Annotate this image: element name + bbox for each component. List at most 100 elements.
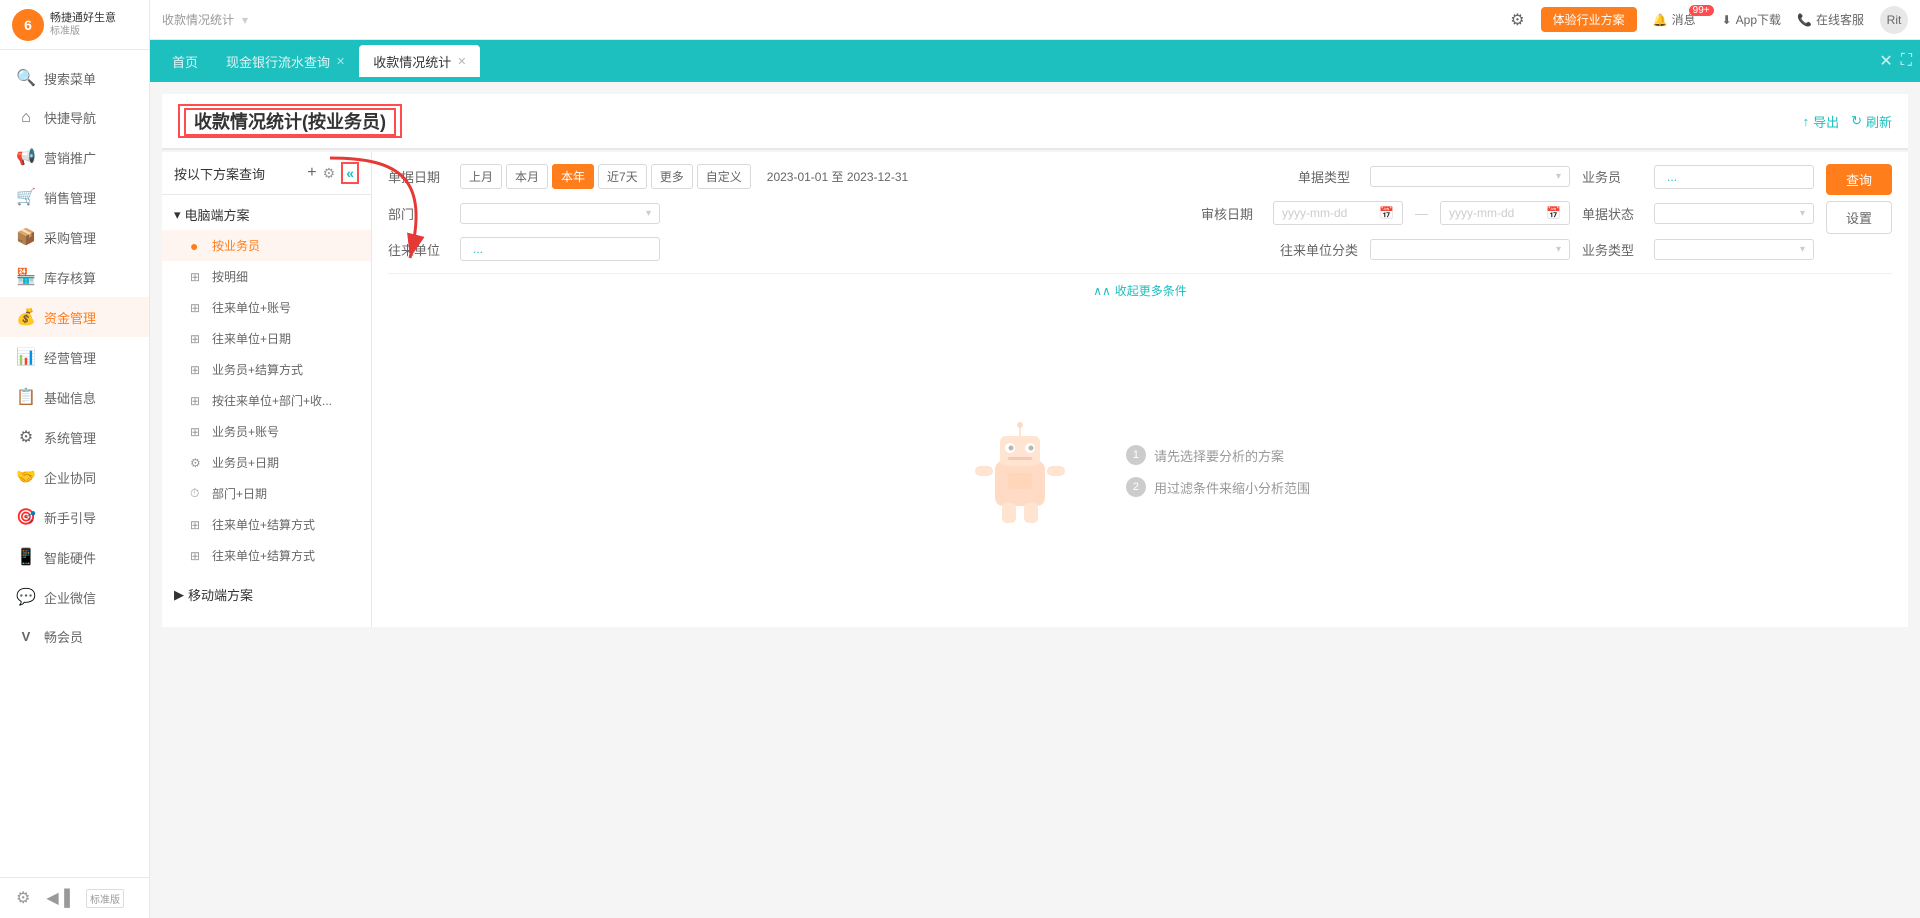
sidebar-item-marketing[interactable]: 📢 营销推广 bbox=[0, 137, 149, 177]
tab-collection-close-icon[interactable]: ✕ bbox=[457, 55, 466, 68]
more-btn[interactable]: 更多 bbox=[651, 164, 693, 189]
last-month-btn[interactable]: 上月 bbox=[460, 164, 502, 189]
sidebar-label-guide: 新手引导 bbox=[44, 508, 96, 527]
counterpart-more-icon[interactable]: ... bbox=[473, 242, 483, 256]
dept-select[interactable]: ▾ bbox=[460, 203, 660, 224]
sidebar-item-member[interactable]: V 畅会员 bbox=[0, 617, 149, 656]
doc-status-select[interactable]: ▾ bbox=[1654, 203, 1814, 224]
this-year-btn[interactable]: 本年 bbox=[552, 164, 594, 189]
scheme-item-by-detail[interactable]: ⊞ 按明细 bbox=[162, 261, 371, 292]
scheme-item-staff-date[interactable]: ⚙ 业务员+日期 bbox=[162, 447, 371, 478]
sidebar-item-inventory[interactable]: 🏪 库存核算 bbox=[0, 257, 149, 297]
counterpart-date-icon: ⊞ bbox=[190, 332, 206, 346]
scheme-header-label: 按以下方案查询 bbox=[174, 164, 301, 183]
sidebar-item-system[interactable]: ⚙ 系统管理 bbox=[0, 417, 149, 457]
scheme-item-counterpart-settlement2[interactable]: ⊞ 往来单位+结算方式 bbox=[162, 540, 371, 571]
tab-bar-right: ✕ ⛶ bbox=[1879, 51, 1912, 71]
online-service-label: 在线客服 bbox=[1816, 11, 1864, 28]
counterpart-dept-icon: ⊞ bbox=[190, 394, 206, 408]
custom-btn[interactable]: 自定义 bbox=[697, 164, 751, 189]
filter-area: 单据日期 上月 本月 本年 近7天 更多 自定义 2023-01-01 至 20… bbox=[372, 152, 1908, 319]
tip-number-1: 1 bbox=[1126, 445, 1146, 465]
home-icon: ⌂ bbox=[16, 109, 36, 127]
salesman-select[interactable]: ... bbox=[1654, 165, 1814, 189]
collapse-bar[interactable]: ∧∧ 收起更多条件 bbox=[388, 273, 1892, 307]
sidebar-label-wechat: 企业微信 bbox=[44, 588, 96, 607]
export-button[interactable]: ↑ 导出 bbox=[1803, 112, 1840, 131]
sidebar-item-purchase[interactable]: 📦 采购管理 bbox=[0, 217, 149, 257]
scheme-panel: 按以下方案查询 + ⚙ « ▾ 电脑端方案 ● 按业务员 ⊞ bbox=[162, 152, 372, 627]
tab-home[interactable]: 首页 bbox=[158, 45, 212, 77]
scheme-item-staff-settlement[interactable]: ⊞ 业务员+结算方式 bbox=[162, 354, 371, 385]
calendar-start-icon[interactable]: 📅 bbox=[1379, 206, 1394, 220]
sidebar-item-base-info[interactable]: 📋 基础信息 bbox=[0, 377, 149, 417]
scheme-settings-icon[interactable]: ⚙ bbox=[323, 165, 336, 182]
scheme-item-by-staff[interactable]: ● 按业务员 bbox=[162, 230, 371, 261]
scheme-item-by-counterpart-dept[interactable]: ⊞ 按往来单位+部门+收... bbox=[162, 385, 371, 416]
date-range-display: 2023-01-01 至 2023-12-31 bbox=[767, 168, 908, 185]
bottom-content: 1 请先选择要分析的方案 2 用过滤条件来缩小分析范围 bbox=[372, 327, 1908, 627]
sidebar-item-search[interactable]: 🔍 搜索菜单 bbox=[0, 58, 149, 98]
scheme-item-dept-date[interactable]: ⏱ 部门+日期 bbox=[162, 478, 371, 509]
counterpart-account-icon: ⊞ bbox=[190, 301, 206, 315]
title-actions: ↑ 导出 ↻ 刷新 bbox=[1803, 112, 1892, 131]
doc-type-select[interactable]: ▾ bbox=[1370, 166, 1570, 187]
filter-settings-button[interactable]: 设置 bbox=[1826, 201, 1892, 234]
sidebar-item-wechat[interactable]: 💬 企业微信 bbox=[0, 577, 149, 617]
scheme-item-counterpart-account[interactable]: ⊞ 往来单位+账号 bbox=[162, 292, 371, 323]
add-scheme-icon[interactable]: + bbox=[307, 164, 316, 182]
app-download-area[interactable]: ⬇ App下载 bbox=[1722, 11, 1781, 28]
close-tab-icon[interactable]: ✕ bbox=[1879, 51, 1892, 71]
tab-bank[interactable]: 现金银行流水查询 ✕ bbox=[212, 45, 359, 77]
logo-text: 畅捷通好生意 标准版 bbox=[50, 11, 116, 38]
collapse-scheme-icon[interactable]: « bbox=[341, 162, 359, 184]
action-buttons: 查询 设置 bbox=[1826, 164, 1892, 234]
sidebar-label-inventory: 库存核算 bbox=[44, 268, 96, 287]
user-avatar[interactable]: Rit bbox=[1880, 6, 1908, 34]
sidebar-item-enterprise[interactable]: 🤝 企业协同 bbox=[0, 457, 149, 497]
trial-button[interactable]: 体验行业方案 bbox=[1541, 7, 1637, 32]
mobile-group-header[interactable]: ▶ 移动端方案 bbox=[162, 579, 371, 610]
tab-collection[interactable]: 收款情况统计 ✕ bbox=[359, 45, 480, 77]
sidebar-item-finance[interactable]: 💰 资金管理 bbox=[0, 297, 149, 337]
review-date-end-input[interactable]: yyyy-mm-dd 📅 bbox=[1440, 201, 1570, 225]
this-month-btn[interactable]: 本月 bbox=[506, 164, 548, 189]
collapse-sidebar-icon[interactable]: ◀▐ bbox=[46, 888, 70, 908]
messages-area[interactable]: 🔔 消息 99+ bbox=[1653, 11, 1706, 28]
counterpart-category-select[interactable]: ▾ bbox=[1370, 239, 1570, 260]
sidebar-item-guide[interactable]: 🎯 新手引导 bbox=[0, 497, 149, 537]
query-button[interactable]: 查询 bbox=[1826, 164, 1892, 195]
scheme-item-staff-account[interactable]: ⊞ 业务员+账号 bbox=[162, 416, 371, 447]
online-service-area[interactable]: 📞 在线客服 bbox=[1797, 11, 1864, 28]
counterpart-settlement2-icon: ⊞ bbox=[190, 549, 206, 563]
salesman-more-icon[interactable]: ... bbox=[1667, 170, 1677, 184]
sidebar-item-operations[interactable]: 📊 经营管理 bbox=[0, 337, 149, 377]
refresh-button[interactable]: ↻ 刷新 bbox=[1851, 112, 1892, 131]
business-type-select[interactable]: ▾ bbox=[1654, 239, 1814, 260]
calendar-end-icon[interactable]: 📅 bbox=[1546, 206, 1561, 220]
date-dash: — bbox=[1415, 206, 1428, 221]
empty-robot-illustration bbox=[970, 421, 1070, 534]
scheme-item-counterpart-settlement[interactable]: ⊞ 往来单位+结算方式 bbox=[162, 509, 371, 540]
detail-scheme-icon: ⊞ bbox=[190, 270, 206, 284]
counterpart-select[interactable]: ... bbox=[460, 237, 660, 261]
pc-group-header[interactable]: ▾ 电脑端方案 bbox=[162, 199, 371, 230]
sidebar-label-quick-nav: 快捷导航 bbox=[44, 108, 96, 127]
scheme-header-actions: + ⚙ « bbox=[307, 162, 359, 184]
last-7-btn[interactable]: 近7天 bbox=[598, 164, 647, 189]
sidebar-item-quick-nav[interactable]: ⌂ 快捷导航 bbox=[0, 98, 149, 137]
tab-bank-close-icon[interactable]: ✕ bbox=[336, 55, 345, 68]
review-date-start-input[interactable]: yyyy-mm-dd 📅 bbox=[1273, 201, 1403, 225]
settings-bottom-icon[interactable]: ⚙ bbox=[16, 888, 30, 908]
base-info-icon: 📋 bbox=[16, 387, 36, 407]
scheme-label-staff-date: 业务员+日期 bbox=[212, 454, 279, 471]
counterpart-settlement-icon: ⊞ bbox=[190, 518, 206, 532]
sidebar-item-sales[interactable]: 🛒 销售管理 bbox=[0, 177, 149, 217]
content-wrapper: 按以下方案查询 + ⚙ « ▾ 电脑端方案 ● 按业务员 ⊞ bbox=[162, 152, 1908, 627]
sidebar-item-hardware[interactable]: 📱 智能硬件 bbox=[0, 537, 149, 577]
scheme-item-counterpart-date[interactable]: ⊞ 往来单位+日期 bbox=[162, 323, 371, 354]
settings-icon[interactable]: ⚙ bbox=[1510, 10, 1524, 30]
main-content: 收款情况统计(按业务员) ↑ 导出 ↻ 刷新 按以下方案查询 + ⚙ « bbox=[150, 82, 1920, 918]
maximize-icon[interactable]: ⛶ bbox=[1901, 52, 1912, 70]
collapse-up-icon: ∧∧ bbox=[1093, 284, 1111, 298]
